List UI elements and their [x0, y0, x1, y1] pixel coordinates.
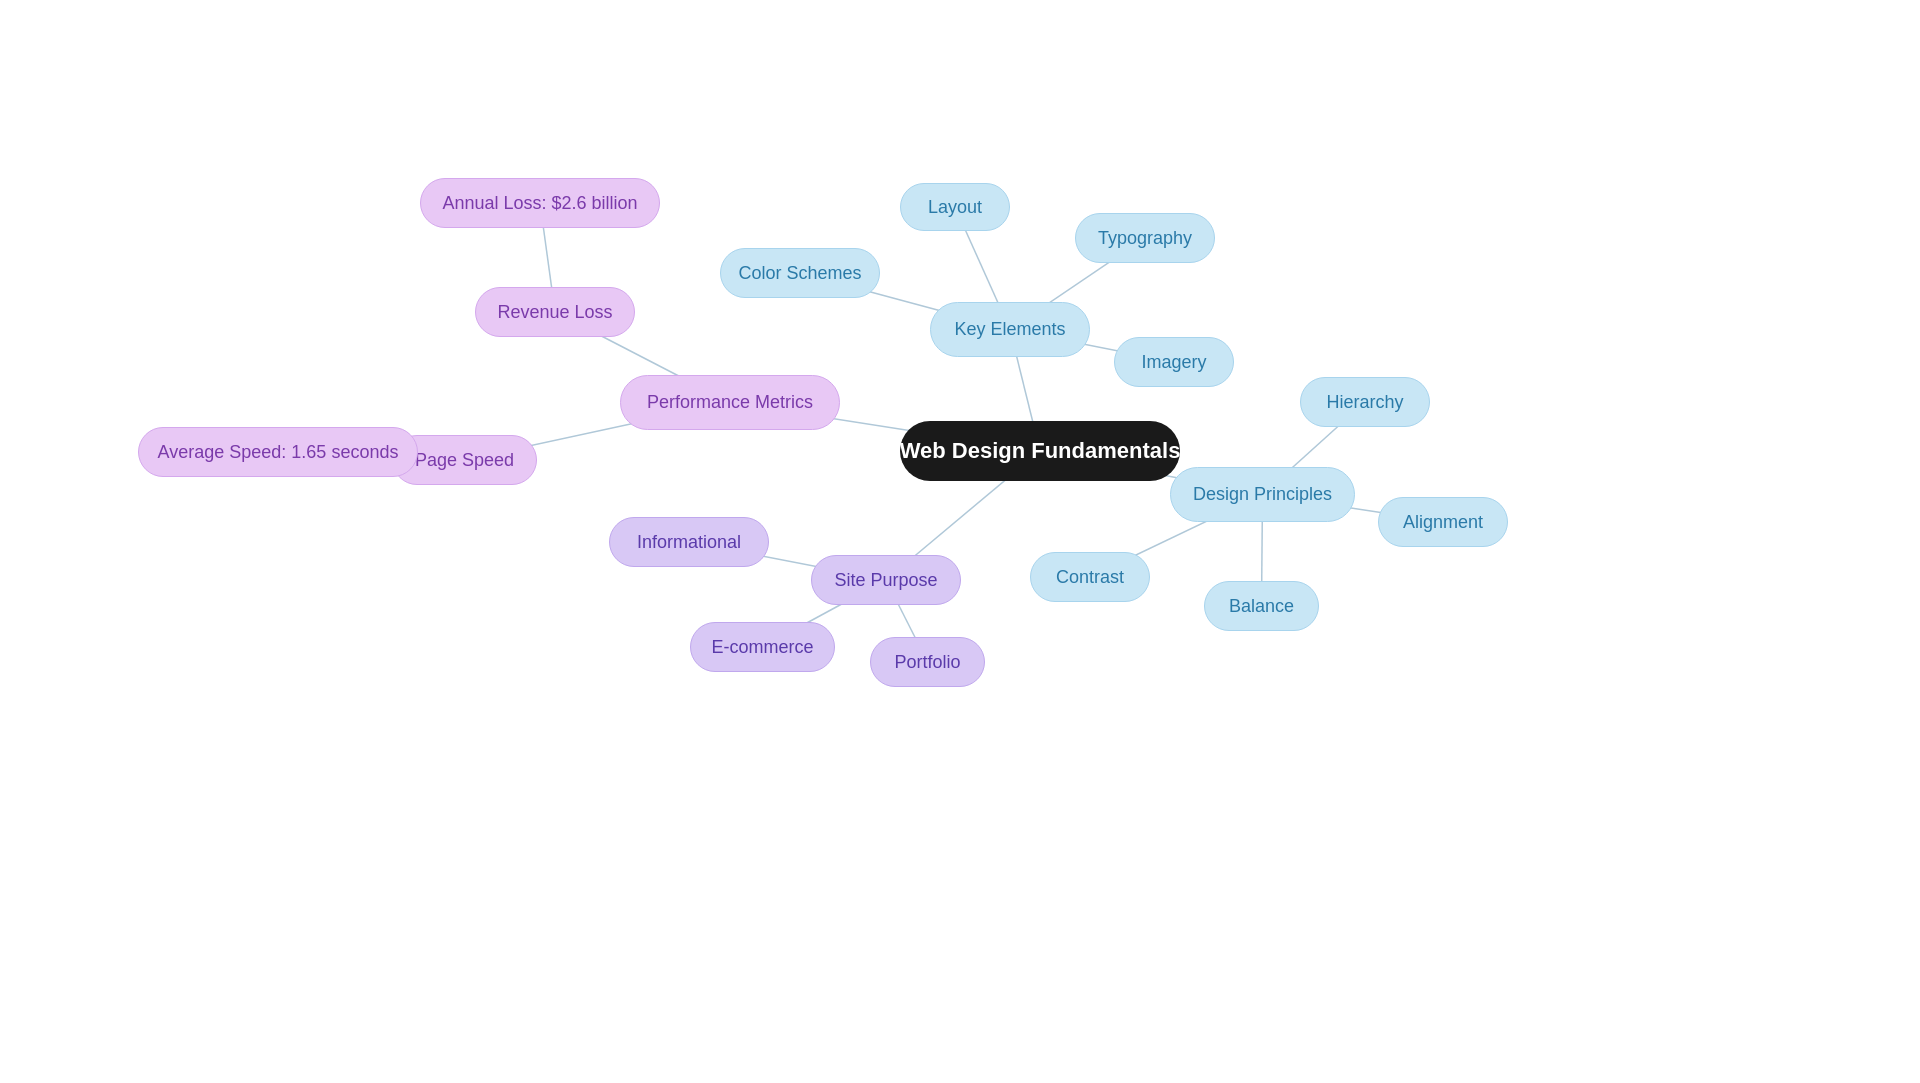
node-center[interactable]: Web Design Fundamentals [900, 421, 1180, 481]
node-revenue-loss[interactable]: Revenue Loss [475, 287, 635, 337]
node-average-speed[interactable]: Average Speed: 1.65 seconds [138, 427, 418, 477]
mind-map: Web Design Fundamentals Key Elements Color… [0, 0, 1920, 1083]
node-site-purpose[interactable]: Site Purpose [811, 555, 961, 605]
node-alignment[interactable]: Alignment [1378, 497, 1508, 547]
node-imagery[interactable]: Imagery [1114, 337, 1234, 387]
node-balance[interactable]: Balance [1204, 581, 1319, 631]
node-informational[interactable]: Informational [609, 517, 769, 567]
node-portfolio[interactable]: Portfolio [870, 637, 985, 687]
node-typography[interactable]: Typography [1075, 213, 1215, 263]
node-color-schemes[interactable]: Color Schemes [720, 248, 880, 298]
node-hierarchy[interactable]: Hierarchy [1300, 377, 1430, 427]
node-performance-metrics[interactable]: Performance Metrics [620, 375, 840, 430]
node-contrast[interactable]: Contrast [1030, 552, 1150, 602]
node-annual-loss[interactable]: Annual Loss: $2.6 billion [420, 178, 660, 228]
node-design-principles[interactable]: Design Principles [1170, 467, 1355, 522]
node-layout[interactable]: Layout [900, 183, 1010, 231]
node-key-elements[interactable]: Key Elements [930, 302, 1090, 357]
connections-svg [0, 0, 1920, 1083]
node-ecommerce[interactable]: E-commerce [690, 622, 835, 672]
